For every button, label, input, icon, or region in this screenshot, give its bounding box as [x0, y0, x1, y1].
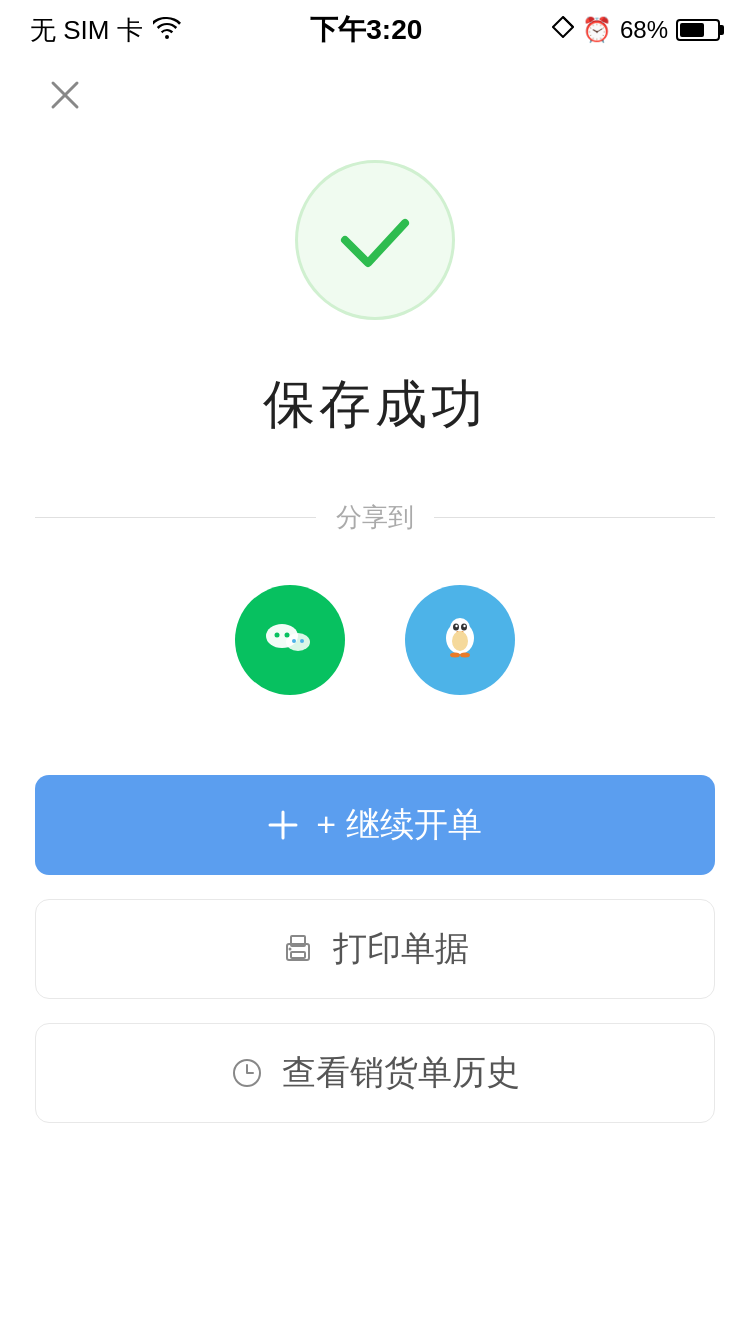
- status-right: ⏰ 68%: [552, 16, 720, 44]
- svg-rect-21: [291, 952, 305, 958]
- svg-point-16: [460, 653, 470, 658]
- print-button[interactable]: 打印单据: [35, 899, 715, 999]
- share-icons: [235, 585, 515, 695]
- wifi-icon: [153, 15, 181, 46]
- history-button[interactable]: 查看销货单历史: [35, 1023, 715, 1123]
- share-label: 分享到: [336, 500, 414, 535]
- share-divider: 分享到: [35, 500, 715, 535]
- divider-line-left: [35, 517, 316, 518]
- sim-label: 无 SIM 卡: [30, 13, 143, 48]
- svg-point-15: [450, 653, 460, 658]
- svg-point-13: [463, 625, 465, 627]
- history-label: 查看销货单历史: [282, 1050, 520, 1096]
- wechat-share-button[interactable]: [235, 585, 345, 695]
- main-content: 保存成功 分享到: [0, 60, 750, 1123]
- svg-point-3: [286, 633, 310, 651]
- print-label: 打印单据: [333, 926, 469, 972]
- alarm-icon: ⏰: [582, 16, 612, 44]
- battery-percent: 68%: [620, 16, 668, 44]
- success-icon-circle: [295, 160, 455, 320]
- svg-point-6: [292, 639, 296, 643]
- svg-point-4: [275, 633, 280, 638]
- continue-button[interactable]: + 继续开单: [35, 775, 715, 875]
- continue-label: + 继续开单: [316, 802, 481, 848]
- battery-icon: [676, 19, 720, 41]
- svg-point-14: [452, 631, 468, 651]
- svg-point-7: [300, 639, 304, 643]
- svg-point-12: [455, 625, 457, 627]
- svg-point-5: [285, 633, 290, 638]
- location-icon: [552, 16, 574, 44]
- action-buttons: + 继续开单 打印单据 查看销货单历史: [35, 775, 715, 1123]
- divider-line-right: [434, 517, 715, 518]
- status-left: 无 SIM 卡: [30, 13, 181, 48]
- close-button[interactable]: [40, 70, 90, 120]
- status-bar: 无 SIM 卡 下午3:20 ⏰ 68%: [0, 0, 750, 60]
- qq-share-button[interactable]: [405, 585, 515, 695]
- success-title: 保存成功: [263, 370, 487, 440]
- status-time: 下午3:20: [310, 11, 422, 49]
- svg-point-22: [289, 948, 292, 951]
